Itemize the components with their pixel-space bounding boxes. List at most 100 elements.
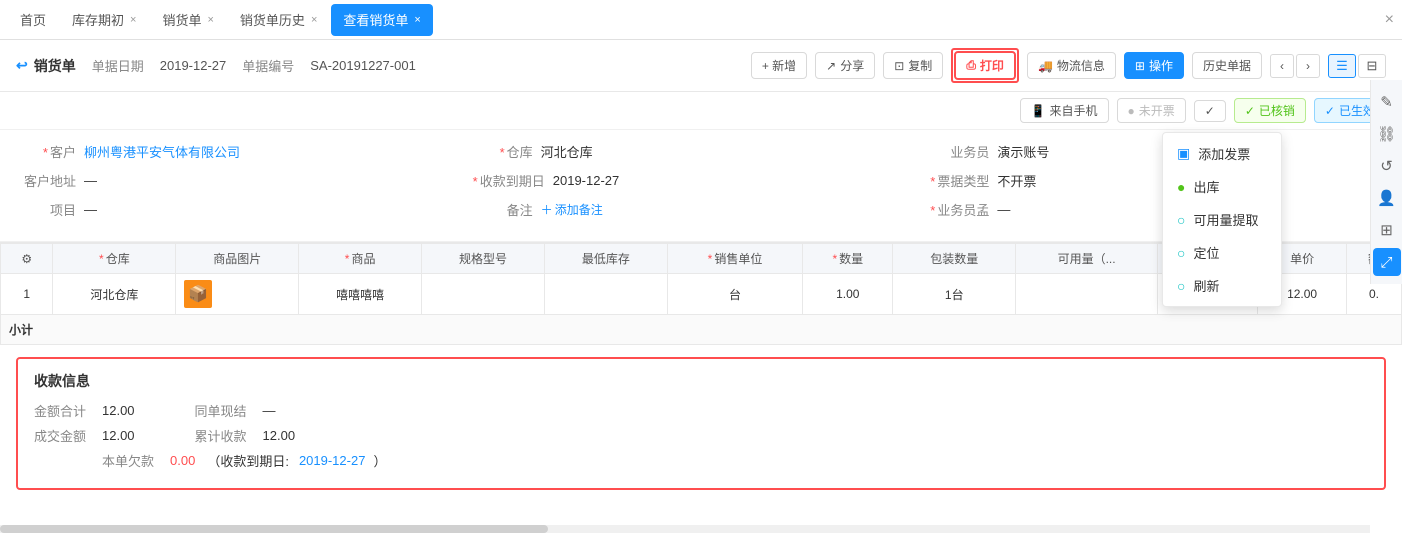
refresh-label: 刷新 <box>1193 276 1219 295</box>
sidebar-grid-icon[interactable]: ⊞ <box>1373 216 1401 244</box>
payment-row-3: 本单欠款 0.00 （收款到期日: 2019-12-27 ） <box>34 451 1368 470</box>
scrollbar-thumb[interactable] <box>0 525 548 533</box>
available-qty-item[interactable]: ○ 可用量提取 <box>1163 203 1281 236</box>
date-label: 单据日期 <box>92 56 144 75</box>
doc-meta: 单据日期 2019-12-27 单据编号 SA-20191227-001 <box>92 56 416 75</box>
print-button[interactable]: ⎙ 打印 <box>954 51 1016 80</box>
right-sidebar: ✎ ⛓ ↺ 👤 ⊞ ⤢ <box>1370 80 1402 284</box>
tab-kucun[interactable]: 库存期初 × <box>60 4 148 36</box>
tab-view-label: 查看销货单 <box>343 10 408 29</box>
same-order-label: 同单现结 <box>195 401 255 420</box>
doc-title: ↩ 销货单 <box>16 56 76 76</box>
doc-header: ↩ 销货单 单据日期 2019-12-27 单据编号 SA-20191227-0… <box>0 40 1402 92</box>
operation-button[interactable]: ⊞ 操作 <box>1124 52 1184 79</box>
tab-history-close[interactable]: × <box>311 14 317 26</box>
subtotal-label: 小计 <box>1 315 1402 345</box>
project-value: — <box>84 202 97 217</box>
col-warehouse: 仓库 <box>53 244 176 274</box>
staff-field: 业务员 演示账号 <box>929 142 1386 161</box>
project-field: 项目 — <box>16 200 473 219</box>
col-min-stock: 最低库存 <box>544 244 667 274</box>
settings-icon: ⚙ <box>21 252 32 266</box>
col-settings[interactable]: ⚙ <box>1 244 53 274</box>
col-product: 商品 <box>299 244 422 274</box>
truck-icon: 🚚 <box>1038 59 1053 73</box>
add-invoice-label: 添加发票 <box>1198 144 1250 163</box>
biz-staff-label: 业务员孟 <box>929 200 989 219</box>
card-view-btn[interactable]: ⊟ <box>1358 54 1386 78</box>
doc-actions: + 新增 ↗ 分享 ⊡ 复制 ⎙ 打印 🚚 物流信息 ⊞ 操作 <box>751 48 1386 83</box>
locate-item[interactable]: ○ 定位 <box>1163 236 1281 269</box>
col-spec: 规格型号 <box>422 244 545 274</box>
transaction-value: 12.00 <box>102 428 135 443</box>
tab-xiaohuo[interactable]: 销货单 × <box>150 4 225 36</box>
same-order-value: — <box>263 403 276 418</box>
tab-view[interactable]: 查看销货单 × <box>331 4 432 36</box>
doc-type-label: 销货单 <box>34 56 76 76</box>
row-no: 1 <box>1 274 53 315</box>
sidebar-expand-icon[interactable]: ⤢ <box>1373 248 1401 276</box>
add-invoice-item[interactable]: ▣ 添加发票 <box>1163 137 1281 170</box>
locate-icon: ○ <box>1177 245 1185 261</box>
refresh-item[interactable]: ○ 刷新 <box>1163 269 1281 302</box>
history-docs-button[interactable]: 历史单据 <box>1192 52 1262 79</box>
not-opened-btn[interactable]: ● 未开票 <box>1117 98 1186 123</box>
share-button[interactable]: ↗ 分享 <box>815 52 875 79</box>
cumulative-label: 累计收款 <box>195 426 255 445</box>
sidebar-link-icon[interactable]: ⛓ <box>1373 120 1401 148</box>
main-content: ↩ 销货单 单据日期 2019-12-27 单据编号 SA-20191227-0… <box>0 40 1402 533</box>
doc-icon: ↩ <box>16 57 28 74</box>
outbound-item[interactable]: ● 出库 <box>1163 170 1281 203</box>
staff-label: 业务员 <box>929 142 989 161</box>
new-button[interactable]: + 新增 <box>751 52 807 79</box>
biz-staff-value: — <box>997 202 1010 217</box>
sidebar-refresh-icon[interactable]: ↺ <box>1373 152 1401 180</box>
tab-kucun-label: 库存期初 <box>72 10 124 29</box>
yanxiao-badge: ✓ 已核销 <box>1234 98 1306 123</box>
payment-date-label: 收款到期日 <box>473 171 545 190</box>
row-available <box>1016 274 1158 315</box>
address-field: 客户地址 — <box>16 171 473 190</box>
prev-arrow[interactable]: ‹ <box>1270 54 1294 78</box>
customer-value[interactable]: 柳州粤港平安气体有限公司 <box>84 142 240 161</box>
from-phone-btn[interactable]: 📱 来自手机 <box>1020 98 1109 123</box>
window-close-btn[interactable]: × <box>1385 11 1394 29</box>
tab-view-close[interactable]: × <box>414 14 420 26</box>
balance-field: 本单欠款 0.00 （收款到期日: 2019-12-27 ） <box>102 451 1368 470</box>
logistics-button[interactable]: 🚚 物流信息 <box>1027 52 1116 79</box>
next-arrow[interactable]: › <box>1296 54 1320 78</box>
horizontal-scrollbar[interactable] <box>0 525 1370 533</box>
available-qty-icon: ○ <box>1177 212 1185 228</box>
address-label: 客户地址 <box>16 171 76 190</box>
sidebar-user-icon[interactable]: 👤 <box>1373 184 1401 212</box>
total-label: 金额合计 <box>34 401 94 420</box>
plus-icon: ＋ <box>541 201 553 218</box>
col-available: 可用量（... <box>1016 244 1158 274</box>
list-view-btn[interactable]: ☰ <box>1328 54 1356 78</box>
balance-date[interactable]: 2019-12-27 <box>299 453 366 468</box>
view-toggle-btns: ☰ ⊟ <box>1328 54 1386 78</box>
payment-row-2: 成交金额 12.00 累计收款 12.00 <box>34 426 1368 445</box>
confirm-btn[interactable]: ✓ <box>1194 100 1226 122</box>
tab-xiaohuo-label: 销货单 <box>162 10 201 29</box>
cumulative-field: 累计收款 12.00 <box>195 426 296 445</box>
bill-type-label: 票据类型 <box>929 171 989 190</box>
total-field: 金额合计 12.00 <box>34 401 135 420</box>
total-value: 12.00 <box>102 403 135 418</box>
tab-bar: 首页 库存期初 × 销货单 × 销货单历史 × 查看销货单 × × <box>0 0 1402 40</box>
tab-xiaohuo-close[interactable]: × <box>207 14 213 26</box>
add-note-button[interactable]: ＋ 添加备注 <box>541 201 603 218</box>
payment-date-field: 收款到期日 2019-12-27 <box>473 171 930 190</box>
print-icon: ⎙ <box>966 58 976 73</box>
sidebar-edit-icon[interactable]: ✎ <box>1373 88 1401 116</box>
col-qty: 数量 <box>803 244 893 274</box>
warehouse-value: 河北仓库 <box>541 142 593 161</box>
col-unit: 销售单位 <box>667 244 802 274</box>
tab-kucun-close[interactable]: × <box>130 14 136 26</box>
balance-note2: ） <box>373 451 386 470</box>
copy-button[interactable]: ⊡ 复制 <box>883 52 943 79</box>
cumulative-value: 12.00 <box>263 428 296 443</box>
tab-history[interactable]: 销货单历史 × <box>228 4 329 36</box>
col-image: 商品图片 <box>176 244 299 274</box>
tab-home[interactable]: 首页 <box>8 4 58 36</box>
